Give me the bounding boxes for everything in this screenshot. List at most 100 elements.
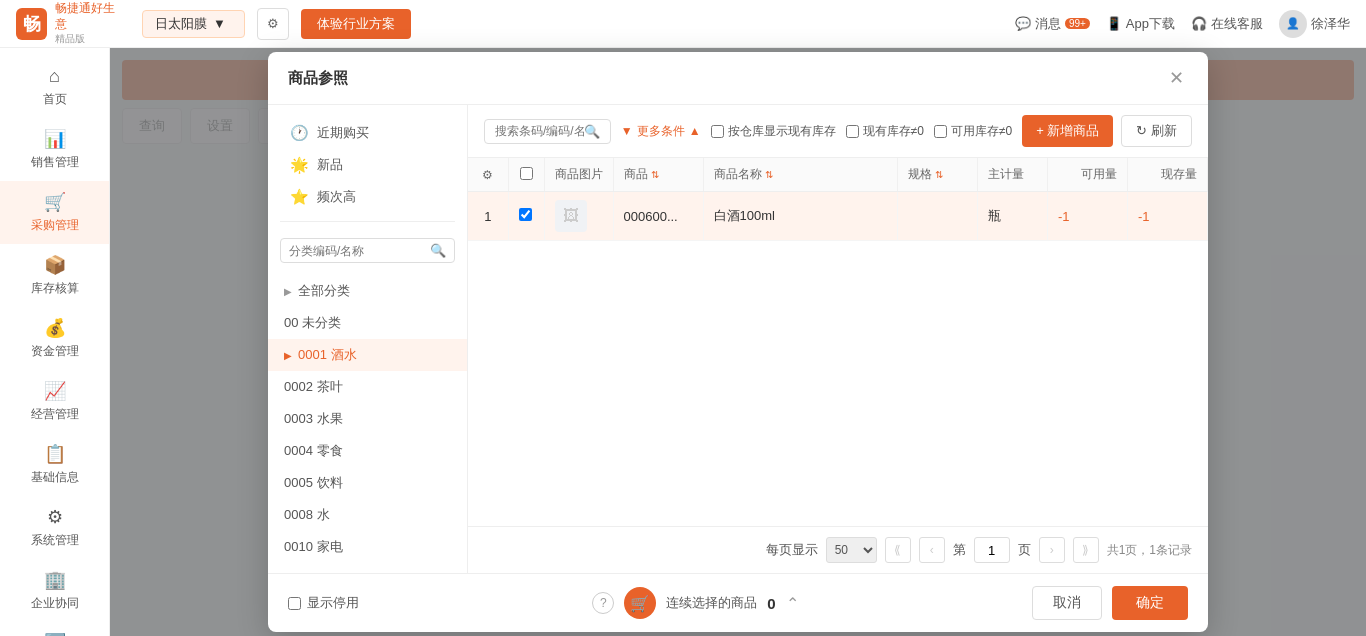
- page-number-input[interactable]: [974, 537, 1010, 563]
- category-0004[interactable]: 0004 零食: [268, 435, 467, 467]
- select-all-checkbox[interactable]: [520, 167, 533, 180]
- category-0002[interactable]: 0002 茶叶: [268, 371, 467, 403]
- sidebar-label-purchase: 采购管理: [31, 217, 79, 234]
- logo-text: 畅捷通好生意: [55, 1, 126, 32]
- add-product-button[interactable]: + 新增商品: [1022, 115, 1113, 147]
- show-disabled-label[interactable]: 显示停用: [288, 594, 359, 612]
- current-stock-checkbox[interactable]: [846, 125, 859, 138]
- arrow-icon-0001: ▶: [284, 350, 292, 361]
- cart-label: 连续选择的商品: [666, 594, 757, 612]
- nav-right: 💬 消息 99+ 📱 App下载 🎧 在线客服 👤 徐泽华: [1015, 10, 1350, 38]
- inventory-icon: 📦: [44, 254, 66, 276]
- category-0008[interactable]: 0008 水: [268, 499, 467, 531]
- more-filters-button[interactable]: ▼ 更多条件 ▲: [621, 123, 701, 140]
- category-all[interactable]: ▶ 全部分类: [268, 275, 467, 307]
- cancel-button[interactable]: 取消: [1032, 586, 1102, 620]
- new-products-link[interactable]: 🌟 新品: [280, 149, 455, 181]
- available-stock-filter[interactable]: 可用库存≠0: [934, 123, 1012, 140]
- category-0003[interactable]: 0003 水果: [268, 403, 467, 435]
- sidebar-item-system[interactable]: ⚙ 系统管理: [0, 496, 109, 559]
- filter-label: 更多条件: [637, 123, 685, 140]
- sidebar-item-finance[interactable]: 💰 资金管理: [0, 307, 109, 370]
- available-stock-checkbox[interactable]: [934, 125, 947, 138]
- category-0005-label: 0005 饮料: [284, 474, 343, 492]
- current-stock-label: 现有库存≠0: [863, 123, 924, 140]
- total-info: 共1页，1条记录: [1107, 542, 1192, 559]
- category-0004-label: 0004 零食: [284, 442, 343, 460]
- sidebar-item-home[interactable]: ⌂ 首页: [0, 56, 109, 118]
- first-page-button[interactable]: ⟪: [885, 537, 911, 563]
- sales-icon: 📊: [44, 128, 66, 150]
- warehouse-stock-filter[interactable]: 按仓库显示现有库存: [711, 123, 836, 140]
- show-disabled-text: 显示停用: [307, 594, 359, 612]
- row-num: 1: [468, 192, 508, 241]
- row-img-cell: 🖼: [544, 192, 613, 241]
- cart-count: 0: [767, 595, 775, 612]
- sidebar-item-inventory[interactable]: 📦 库存核算: [0, 244, 109, 307]
- settings-icon[interactable]: ⚙: [482, 168, 493, 182]
- sidebar-item-purchase[interactable]: 🛒 采购管理: [0, 181, 109, 244]
- sidebar-label-basic: 基础信息: [31, 469, 79, 486]
- product-search-input[interactable]: [495, 124, 584, 138]
- sort-icon-name: ⇅: [765, 169, 773, 180]
- category-0001[interactable]: ▶ 0001 酒水: [268, 339, 467, 371]
- modal-close-button[interactable]: ✕: [1164, 66, 1188, 90]
- sidebar-item-guide[interactable]: 🆕 新手引导: [0, 622, 109, 636]
- enterprise-icon: 🏢: [44, 569, 66, 591]
- trial-button[interactable]: 体验行业方案: [301, 9, 411, 39]
- chevron-up-icon[interactable]: ⌃: [786, 594, 799, 613]
- top-nav: 畅 畅捷通好生意 精品版 日太阳膜 ▼ ⚙ 体验行业方案 💬 消息 99+ 📱 …: [0, 0, 1366, 48]
- online-service-nav-item[interactable]: 🎧 在线客服: [1191, 15, 1263, 33]
- product-search-wrap: 🔍: [484, 119, 611, 144]
- current-stock-filter[interactable]: 现有库存≠0: [846, 123, 924, 140]
- messages-nav-item[interactable]: 💬 消息 99+: [1015, 15, 1090, 33]
- gear-button[interactable]: ⚙: [257, 8, 289, 40]
- frequent-link[interactable]: ⭐ 频次高: [280, 181, 455, 213]
- refresh-button[interactable]: ↻ 刷新: [1121, 115, 1192, 147]
- message-icon: 💬: [1015, 16, 1031, 31]
- online-service-label: 在线客服: [1211, 15, 1263, 33]
- row-checkbox[interactable]: [519, 208, 532, 221]
- product-search-icon[interactable]: 🔍: [584, 124, 600, 139]
- prev-page-button[interactable]: ‹: [919, 537, 945, 563]
- sidebar-label-sales: 销售管理: [31, 154, 79, 171]
- sidebar-item-enterprise[interactable]: 🏢 企业协同: [0, 559, 109, 622]
- category-search-icon[interactable]: 🔍: [430, 243, 446, 258]
- page-size-select[interactable]: 20 50 100: [826, 537, 877, 563]
- category-0005[interactable]: 0005 饮料: [268, 467, 467, 499]
- recent-purchase-label: 近期购买: [317, 124, 369, 142]
- sidebar-label-home: 首页: [43, 91, 67, 108]
- category-0010[interactable]: 0010 家电: [268, 531, 467, 561]
- quick-links: 🕐 近期购买 🌟 新品 ⭐ 频次高: [268, 117, 467, 213]
- row-code: 000600...: [613, 192, 703, 241]
- user-profile[interactable]: 👤 徐泽华: [1279, 10, 1350, 38]
- warehouse-stock-checkbox[interactable]: [711, 125, 724, 138]
- operation-icon: 📈: [44, 380, 66, 402]
- last-page-button[interactable]: ⟫: [1073, 537, 1099, 563]
- show-disabled-checkbox[interactable]: [288, 597, 301, 610]
- modal-body: 🕐 近期购买 🌟 新品 ⭐ 频次高: [268, 105, 1208, 573]
- sidebar-item-sales[interactable]: 📊 销售管理: [0, 118, 109, 181]
- messages-badge: 99+: [1065, 18, 1090, 29]
- col-header-stock: 现存量: [1128, 158, 1208, 192]
- category-00[interactable]: 00 未分类: [268, 307, 467, 339]
- page-suffix: 页: [1018, 541, 1031, 559]
- help-button[interactable]: ?: [592, 592, 614, 614]
- confirm-button[interactable]: 确定: [1112, 586, 1188, 620]
- recent-purchase-link[interactable]: 🕐 近期购买: [280, 117, 455, 149]
- app-download-nav-item[interactable]: 📱 App下载: [1106, 15, 1175, 33]
- col-unit-label: 主计量: [988, 167, 1024, 181]
- sidebar-item-operation[interactable]: 📈 经营管理: [0, 370, 109, 433]
- sidebar-item-basic[interactable]: 📋 基础信息: [0, 433, 109, 496]
- nav-selector[interactable]: 日太阳膜 ▼: [142, 10, 245, 38]
- sidebar-label-inventory: 库存核算: [31, 280, 79, 297]
- modal-title: 商品参照: [288, 69, 348, 88]
- row-stock: -1: [1128, 192, 1208, 241]
- category-search-input[interactable]: [289, 244, 430, 258]
- next-page-button[interactable]: ›: [1039, 537, 1065, 563]
- row-checkbox-cell: [508, 192, 544, 241]
- table-row[interactable]: 1 🖼 000600... 白酒100ml: [468, 192, 1208, 241]
- col-img-label: 商品图片: [555, 167, 603, 181]
- avatar: 👤: [1279, 10, 1307, 38]
- phone-icon: 📱: [1106, 16, 1122, 31]
